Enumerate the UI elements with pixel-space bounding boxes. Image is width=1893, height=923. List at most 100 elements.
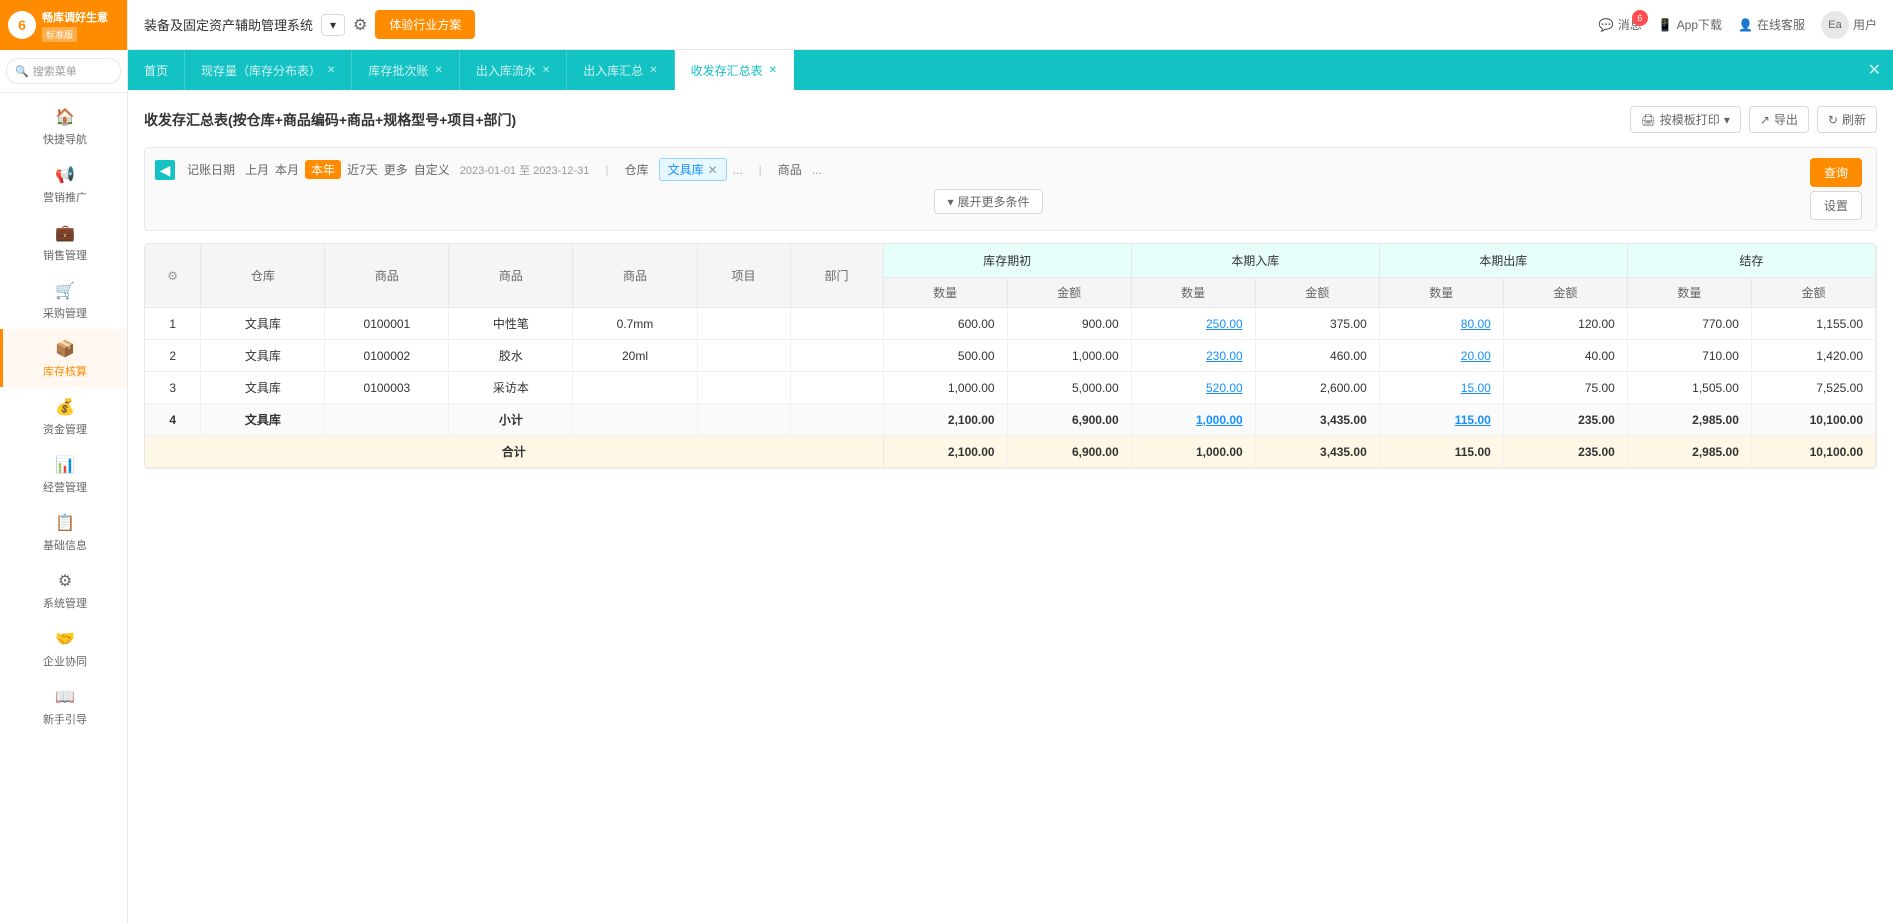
- sidebar-item-label: 库存核算: [43, 363, 87, 379]
- tab-home[interactable]: 首页: [128, 50, 185, 90]
- subtotal-in-qty[interactable]: 1,000.00: [1131, 404, 1255, 436]
- tab-recv-send-summary[interactable]: 收发存汇总表 ✕: [675, 50, 794, 90]
- cell-out-qty[interactable]: 20.00: [1379, 340, 1503, 372]
- sidebar-item-inventory[interactable]: 📦 库存核算: [0, 329, 127, 387]
- page-title: 收发存汇总表(按仓库+商品编码+商品+规格型号+项目+部门): [144, 110, 516, 130]
- table-row: 2 文具库 0100002 胶水 20ml 500.00 1,000.00 23…: [145, 340, 1876, 372]
- user-item[interactable]: Ea 用户: [1821, 11, 1877, 39]
- th-in-qty: 数量: [1131, 278, 1255, 308]
- cell-out-qty[interactable]: 80.00: [1379, 308, 1503, 340]
- sidebar-item-purchase[interactable]: 🛒 采购管理: [0, 271, 127, 329]
- refresh-button[interactable]: ↻ 刷新: [1817, 106, 1877, 133]
- settings-button[interactable]: 设置: [1810, 191, 1862, 220]
- system-dropdown[interactable]: ▾: [321, 14, 345, 36]
- shortcut-more[interactable]: 更多: [384, 161, 408, 178]
- subtotal-bal-qty: 2,985.00: [1627, 404, 1751, 436]
- logo-text-block: 畅库调好生意 标准版: [42, 9, 108, 42]
- cell-in-qty[interactable]: 520.00: [1131, 372, 1255, 404]
- th-warehouse: 仓库: [201, 244, 325, 308]
- tab-bar-close-button[interactable]: ✕: [1856, 60, 1893, 80]
- warehouse-tag-remove[interactable]: ✕: [708, 163, 718, 177]
- cell-index: 3: [145, 372, 201, 404]
- sidebar-item-quicknav[interactable]: 🏠 快捷导航: [0, 97, 127, 155]
- subtotal-empty-spec: [573, 404, 697, 436]
- table-settings-icon[interactable]: ⚙: [167, 269, 178, 283]
- shortcut-this-month[interactable]: 本月: [275, 161, 299, 178]
- shortcut-custom[interactable]: 自定义: [414, 161, 450, 178]
- messages-badge: 6: [1632, 10, 1648, 26]
- sidebar-search-area[interactable]: 🔍 搜索菜单: [0, 50, 127, 93]
- shortcut-this-year[interactable]: 本年: [305, 160, 341, 179]
- app-download-item[interactable]: 📱 App下载: [1658, 16, 1722, 33]
- subtotal-in-amt: 3,435.00: [1255, 404, 1379, 436]
- sidebar-item-label: 新手引导: [43, 711, 87, 727]
- tab-close-icon[interactable]: ✕: [769, 65, 777, 76]
- export-button[interactable]: ↗ 导出: [1749, 106, 1809, 133]
- purchase-icon: 🛒: [55, 281, 75, 301]
- user-label: 用户: [1853, 16, 1877, 33]
- cell-out-amt: 75.00: [1503, 372, 1627, 404]
- filter-toggle-button[interactable]: ◀: [155, 160, 175, 180]
- tab-close-icon[interactable]: ✕: [327, 65, 335, 76]
- app-download-label: App下载: [1677, 16, 1722, 33]
- th-out-group: 本期出库: [1379, 244, 1627, 278]
- warehouse-more-btn[interactable]: ...: [733, 163, 743, 177]
- sidebar-nav: 🏠 快捷导航 📢 营销推广 💼 销售管理 🛒 采购管理 📦 库存核算 💰 资金管…: [0, 93, 127, 923]
- tab-in-out-flow[interactable]: 出入库流水 ✕: [460, 50, 567, 90]
- total-bal-qty: 2,985.00: [1627, 436, 1751, 468]
- online-service-item[interactable]: 👤 在线客服: [1738, 16, 1805, 33]
- cell-in-qty[interactable]: 230.00: [1131, 340, 1255, 372]
- filter-main-row: ◀ 记账日期 上月 本月 本年 近7天 更多 自定义 2023-01-01: [155, 158, 1862, 220]
- refresh-label: 刷新: [1842, 111, 1866, 128]
- query-button[interactable]: 查询: [1810, 158, 1862, 187]
- subtotal-row: 4 文具库 小计 2,100.00 6,900.00 1,000.00 3,43…: [145, 404, 1876, 436]
- th-settings[interactable]: ⚙: [145, 244, 201, 308]
- filter-content: 记账日期 上月 本月 本年 近7天 更多 自定义 2023-01-01 至 20…: [187, 158, 1790, 214]
- sidebar-item-finance[interactable]: 💰 资金管理: [0, 387, 127, 445]
- user-avatar: Ea: [1821, 11, 1849, 39]
- trial-button[interactable]: 体验行业方案: [375, 10, 475, 39]
- cell-name: 采访本: [449, 372, 573, 404]
- sidebar-item-system[interactable]: ⚙ 系统管理: [0, 561, 127, 619]
- cell-out-qty[interactable]: 15.00: [1379, 372, 1503, 404]
- message-icon: 💬: [1599, 18, 1614, 32]
- warehouse-label: 仓库: [625, 161, 649, 178]
- tab-close-icon[interactable]: ✕: [649, 65, 657, 76]
- sidebar-item-sales[interactable]: 💼 销售管理: [0, 213, 127, 271]
- cell-project: [697, 372, 790, 404]
- sidebar-item-basics[interactable]: 📋 基础信息: [0, 503, 127, 561]
- date-shortcuts: 上月 本月 本年 近7天 更多 自定义: [245, 160, 450, 179]
- cell-warehouse: 文具库: [201, 340, 325, 372]
- sidebar-item-guide[interactable]: 📖 新手引导: [0, 677, 127, 735]
- print-button[interactable]: 🖨 按模板打印 ▾: [1630, 106, 1741, 133]
- system-title: 装备及固定资产辅助管理系统: [144, 15, 313, 34]
- chevron-down-icon: ▾: [947, 195, 953, 209]
- tab-in-out-summary[interactable]: 出入库汇总 ✕: [567, 50, 674, 90]
- sidebar-item-business[interactable]: 📊 经营管理: [0, 445, 127, 503]
- cell-project: [697, 340, 790, 372]
- sidebar-item-marketing[interactable]: 📢 营销推广: [0, 155, 127, 213]
- tab-label: 出入库汇总: [583, 62, 643, 79]
- cell-open-amt: 5,000.00: [1007, 372, 1131, 404]
- shortcut-7days[interactable]: 近7天: [347, 161, 378, 178]
- settings-gear-button[interactable]: ⚙: [353, 15, 367, 35]
- th-balance-amt: 金额: [1751, 278, 1875, 308]
- sidebar-item-collab[interactable]: 🤝 企业协同: [0, 619, 127, 677]
- messages-item[interactable]: 💬 消息 6: [1599, 16, 1642, 33]
- tab-inventory-dist[interactable]: 现存量（库存分布表） ✕: [185, 50, 352, 90]
- expand-more-button[interactable]: ▾ 展开更多条件: [934, 189, 1042, 214]
- subtotal-index: 4: [145, 404, 201, 436]
- tab-close-icon[interactable]: ✕: [434, 65, 442, 76]
- subtotal-warehouse: 文具库: [201, 404, 325, 436]
- total-in-qty: 1,000.00: [1131, 436, 1255, 468]
- tab-close-icon[interactable]: ✕: [542, 65, 550, 76]
- cell-in-qty[interactable]: 250.00: [1131, 308, 1255, 340]
- subtotal-out-qty[interactable]: 115.00: [1379, 404, 1503, 436]
- search-menu-button[interactable]: 🔍 搜索菜单: [6, 58, 121, 84]
- shortcut-last-month[interactable]: 上月: [245, 161, 269, 178]
- filter-action-buttons: 查询 设置: [1810, 158, 1862, 220]
- logo-tag: 标准版: [42, 25, 108, 42]
- product-more-btn[interactable]: ...: [812, 163, 822, 177]
- cell-in-amt: 2,600.00: [1255, 372, 1379, 404]
- tab-batch-ledger[interactable]: 库存批次账 ✕: [352, 50, 459, 90]
